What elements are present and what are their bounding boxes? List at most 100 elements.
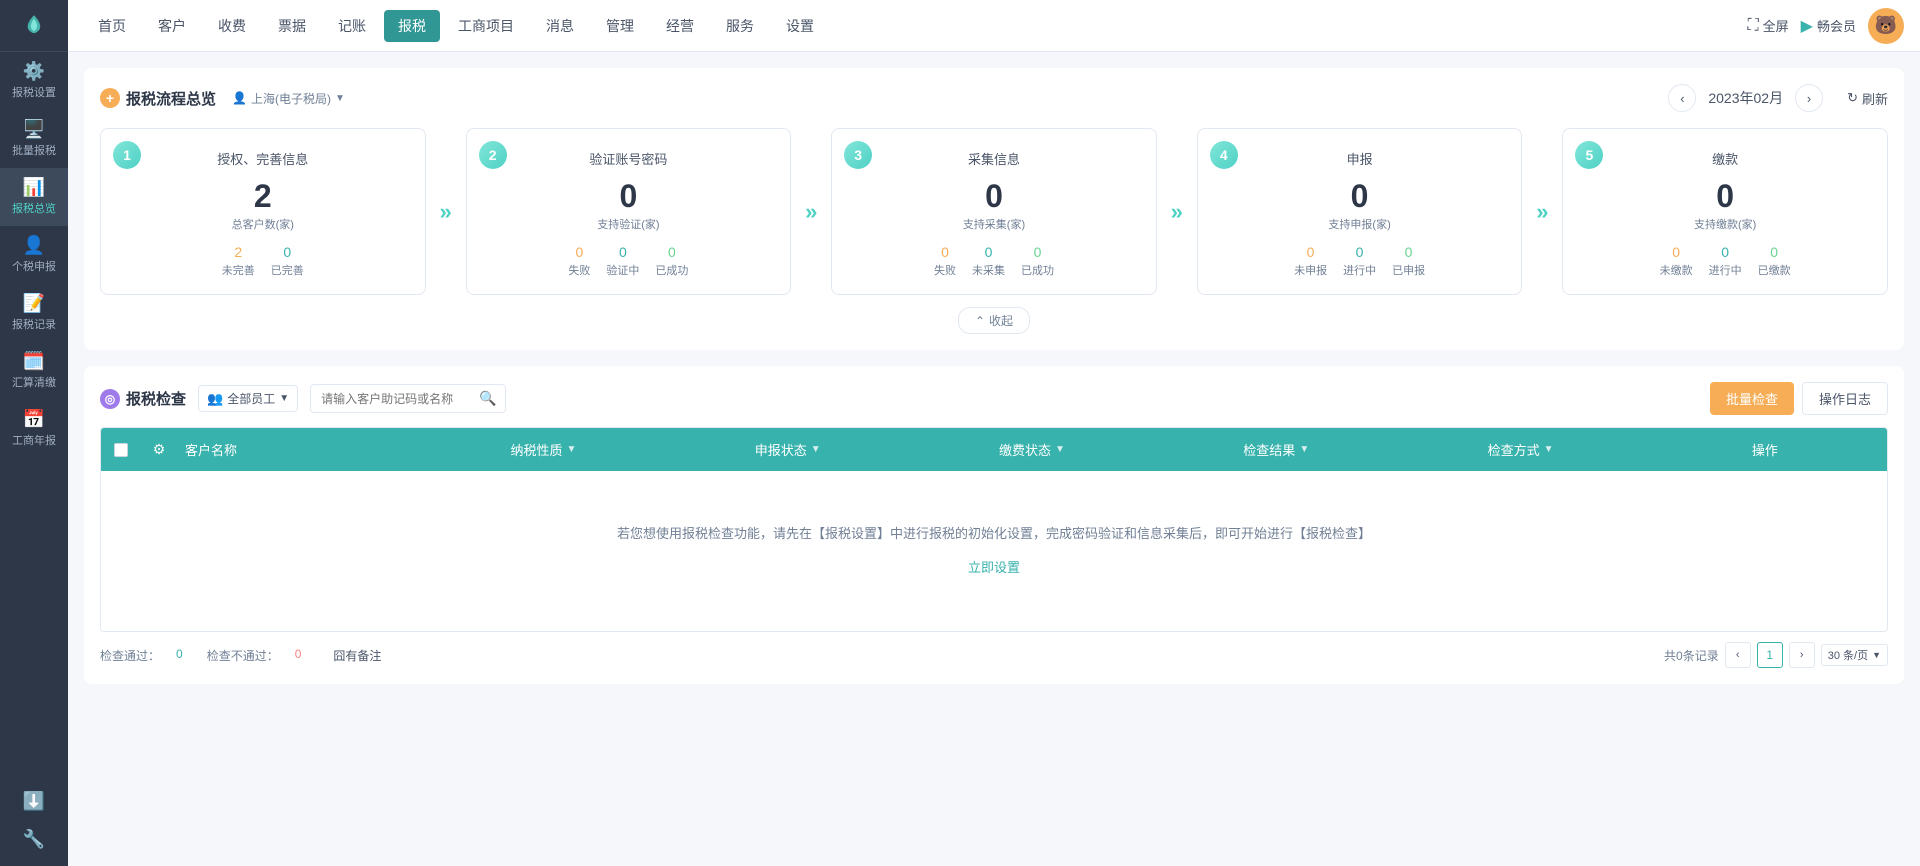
step-count-1: 2 [117, 180, 409, 212]
setup-link[interactable]: 立即设置 [968, 560, 1020, 575]
nav-item-invoices[interactable]: 票据 [264, 10, 320, 42]
nav-item-accounting[interactable]: 记账 [324, 10, 380, 42]
step-stat-item: 0进行中 [1709, 244, 1742, 278]
sidebar-item-annual-report[interactable]: 📅 工商年报 [0, 400, 68, 458]
page-first-button[interactable]: ‹ [1725, 642, 1751, 668]
page-current: 1 [1757, 642, 1783, 668]
nav-items: 首页 客户 收费 票据 记账 报税 工商项目 消息 管理 经营 服务 设置 [84, 10, 1747, 42]
sidebar-item-support[interactable]: 🔧 [0, 820, 68, 858]
nav-item-service[interactable]: 服务 [712, 10, 768, 42]
step-stat-label: 已成功 [1021, 262, 1054, 278]
th-operations: 操作 [1643, 428, 1887, 471]
sidebar-item-tax-records[interactable]: 📝 报税记录 [0, 284, 68, 342]
chevron-down-icon: ▼ [335, 93, 345, 104]
step-stat-label: 失败 [568, 262, 590, 278]
nav-item-operations[interactable]: 经营 [652, 10, 708, 42]
page-next-button[interactable]: › [1789, 642, 1815, 668]
check-result-filter-icon[interactable]: ▼ [1299, 444, 1309, 455]
step-card-2: 2验证账号密码0支持验证(家)0失败0验证中0已成功 [466, 128, 792, 295]
location-badge[interactable]: 👤 上海(电子税局) ▼ [232, 90, 345, 107]
check-method-filter-icon[interactable]: ▼ [1544, 444, 1554, 455]
step-title-2: 验证账号密码 [483, 149, 775, 168]
nav-item-home[interactable]: 首页 [84, 10, 140, 42]
content: + 报税流程总览 👤 上海(电子税局) ▼ ‹ 2023年02月 › ↻ 刷新 [68, 52, 1920, 866]
step-sub-1: 总客户数(家) [117, 216, 409, 232]
collapse-icon: ⌃ [975, 314, 985, 328]
sidebar-item-clearance[interactable]: 🗓️ 汇算清缴 [0, 342, 68, 400]
date-prev-button[interactable]: ‹ [1668, 84, 1696, 112]
th-checkbox[interactable] [101, 431, 141, 469]
step-count-5: 0 [1579, 180, 1871, 212]
declaration-status-filter-icon[interactable]: ▼ [811, 444, 821, 455]
per-page-select[interactable]: 30 条/页 ▼ [1821, 644, 1888, 666]
step-title-5: 缴款 [1579, 149, 1871, 168]
step-stats-4: 0未申报0进行中0已申报 [1214, 244, 1506, 278]
step-stat-value: 0 [1405, 244, 1413, 260]
footer-stats: 检查通过： 0 检查不通过： 0 囧有备注 [100, 647, 381, 664]
tax-nature-filter-icon[interactable]: ▼ [566, 444, 576, 455]
employee-selector[interactable]: 👥 全部员工 ▼ [198, 385, 298, 412]
nav-item-clients[interactable]: 客户 [144, 10, 200, 42]
th-payment-status: 缴费状态 ▼ [910, 428, 1154, 471]
step-stats-3: 0失败0未采集0已成功 [848, 244, 1140, 278]
nav-item-tax[interactable]: 报税 [384, 10, 440, 42]
step-stat-label: 已申报 [1392, 262, 1425, 278]
vip-button[interactable]: ▶ 畅会员 [1801, 16, 1856, 36]
nav-item-fees[interactable]: 收费 [204, 10, 260, 42]
nav-item-messages[interactable]: 消息 [532, 10, 588, 42]
passed-count[interactable]: 0 [176, 647, 183, 664]
step-stat-label: 已完善 [271, 262, 304, 278]
overview-panel: + 报税流程总览 👤 上海(电子税局) ▼ ‹ 2023年02月 › ↻ 刷新 [84, 68, 1904, 350]
main-wrapper: 首页 客户 收费 票据 记账 报税 工商项目 消息 管理 经营 服务 设置 ⛶ … [68, 0, 1920, 866]
step-stat-item: 0未缴款 [1660, 244, 1693, 278]
step-card-4: 4申报0支持申报(家)0未申报0进行中0已申报 [1197, 128, 1523, 295]
table-body: 若您想使用报税检查功能，请先在【报税设置】中进行报税的初始化设置，完成密码验证和… [101, 471, 1887, 631]
fullscreen-button[interactable]: ⛶ 全屏 [1747, 16, 1788, 35]
failed-label: 检查不通过： [207, 647, 279, 664]
step-num-4: 4 [1210, 141, 1238, 169]
th-client-name: 客户名称 [177, 428, 421, 471]
avatar[interactable]: 🐻 [1868, 8, 1904, 44]
sidebar-item-personal-tax[interactable]: 👤 个税申报 [0, 226, 68, 284]
step-title-3: 采集信息 [848, 149, 1140, 168]
fullscreen-icon: ⛶ [1747, 17, 1758, 35]
location-icon: 👤 [232, 91, 247, 105]
sidebar-item-download[interactable]: ⬇️ [0, 782, 68, 820]
step-count-2: 0 [483, 180, 775, 212]
operation-log-button[interactable]: 操作日志 [1802, 382, 1888, 415]
employee-icon: 👥 [207, 391, 223, 407]
table-header: ⚙ 客户名称 纳税性质 ▼ 申报状态 ▼ 缴费状态 ▼ [101, 428, 1887, 471]
batch-check-button[interactable]: 批量检查 [1710, 382, 1794, 415]
nav-item-management[interactable]: 管理 [592, 10, 648, 42]
employee-chevron-icon: ▼ [279, 393, 289, 404]
step-num-1: 1 [113, 141, 141, 169]
search-input[interactable] [311, 387, 471, 411]
th-settings[interactable]: ⚙ [141, 429, 177, 470]
failed-count[interactable]: 0 [295, 647, 302, 664]
annual-report-icon: 📅 [23, 410, 45, 428]
sidebar-item-tax-overview[interactable]: 📊 报税总览 [0, 168, 68, 226]
per-page-chevron-icon: ▼ [1872, 650, 1881, 660]
tax-settings-icon: ⚙️ [23, 62, 45, 80]
sidebar-item-tax-settings[interactable]: ⚙️ 报税设置 [0, 52, 68, 110]
step-stat-item: 0未采集 [972, 244, 1005, 278]
search-button[interactable]: 🔍 [471, 385, 504, 412]
step-stat-value: 2 [234, 244, 242, 260]
th-declaration-status: 申报状态 ▼ [666, 428, 910, 471]
nav-item-settings[interactable]: 设置 [772, 10, 828, 42]
sidebar: ⚙️ 报税设置 🖥️ 批量报税 📊 报税总览 👤 个税申报 📝 报税记录 🗓️ … [0, 0, 68, 866]
header-checkbox[interactable] [114, 443, 128, 457]
date-next-button[interactable]: › [1795, 84, 1823, 112]
footer-pagination: 共0条记录 ‹ 1 › 30 条/页 ▼ [1664, 642, 1888, 668]
empty-message: 若您想使用报税检查功能，请先在【报税设置】中进行报税的初始化设置，完成密码验证和… [617, 521, 1371, 581]
payment-status-filter-icon[interactable]: ▼ [1055, 444, 1065, 455]
overview-panel-header: + 报税流程总览 👤 上海(电子税局) ▼ ‹ 2023年02月 › ↻ 刷新 [100, 84, 1888, 112]
step-stat-item: 2 未完善 [222, 244, 255, 278]
nav-item-industry[interactable]: 工商项目 [444, 10, 528, 42]
step-stat-value: 0 [985, 244, 993, 260]
nav-right: ⛶ 全屏 ▶ 畅会员 🐻 [1747, 8, 1904, 44]
sidebar-item-batch-tax[interactable]: 🖥️ 批量报税 [0, 110, 68, 168]
refresh-button[interactable]: ↻ 刷新 [1847, 89, 1888, 108]
collapse-button[interactable]: ⌃ 收起 [958, 307, 1030, 334]
step-stat-label: 未完善 [222, 262, 255, 278]
